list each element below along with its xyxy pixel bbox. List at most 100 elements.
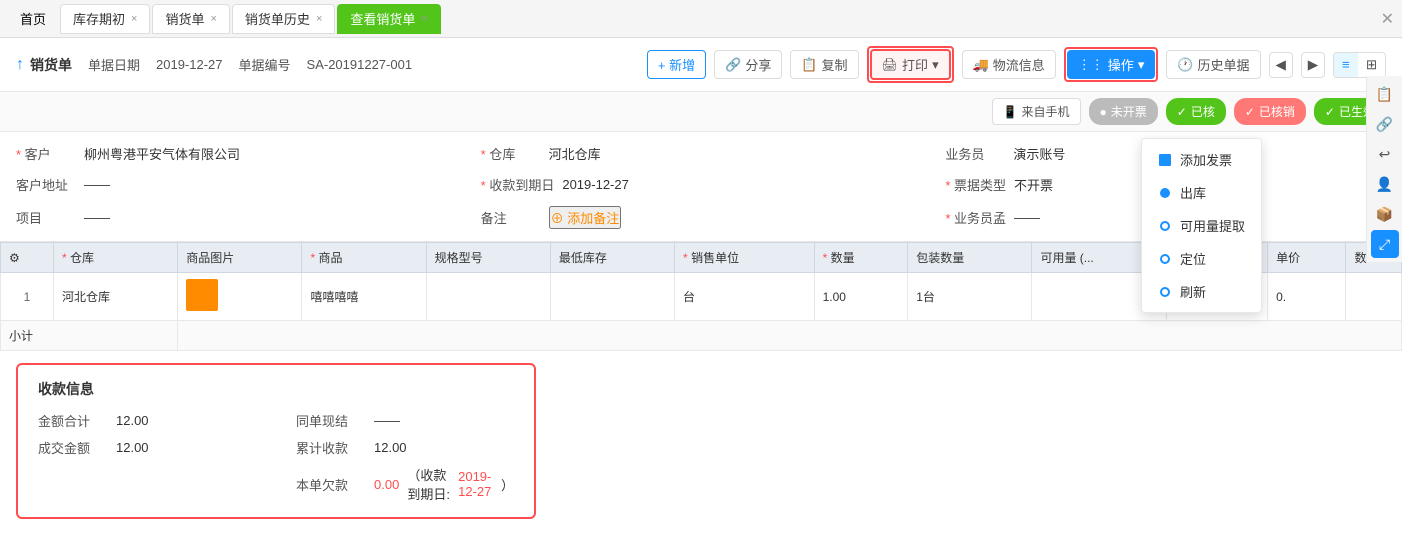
- doc-title: ↑ 销货单: [16, 55, 72, 75]
- date-label: 单据日期: [88, 55, 140, 74]
- transaction-settlement-value: ——: [374, 413, 400, 428]
- right-icon-3[interactable]: ↩: [1371, 140, 1399, 168]
- due-date-text: （收款到期日:: [407, 465, 450, 503]
- available-pickup-icon: [1158, 219, 1172, 233]
- operate-button[interactable]: ⋮⋮ 操作 ▾: [1067, 50, 1156, 79]
- operate-highlight: ⋮⋮ 操作 ▾: [1064, 47, 1159, 82]
- row-num: 1: [1, 273, 54, 321]
- col-settings[interactable]: ⚙: [1, 243, 54, 273]
- share-button[interactable]: 🔗 分享: [714, 50, 782, 79]
- dropdown-add-invoice[interactable]: 添加发票: [1142, 143, 1261, 176]
- no-value: SA-20191227-001: [307, 57, 413, 72]
- warehouse-value: 河北仓库: [549, 144, 601, 163]
- date-value: 2019-12-27: [156, 57, 223, 72]
- current-due-value: 0.00: [374, 477, 399, 492]
- tab-inventory-close[interactable]: ×: [131, 13, 137, 25]
- print-dropdown-arrow: ▾: [932, 57, 939, 73]
- tab-sales-close[interactable]: ×: [210, 13, 216, 25]
- col-product: 商品: [302, 243, 426, 273]
- copy-icon: 📋: [801, 57, 817, 73]
- address-value: ——: [84, 177, 110, 192]
- phone-status-button[interactable]: 📱 来自手机: [992, 98, 1081, 125]
- project-value: ——: [84, 210, 110, 225]
- address-row: 客户地址 ——: [16, 175, 457, 194]
- locate-icon: [1158, 252, 1172, 266]
- share-icon: 🔗: [725, 57, 741, 73]
- operate-dropdown-arrow: ▾: [1138, 57, 1145, 73]
- right-icon-5[interactable]: 📦: [1371, 200, 1399, 228]
- cumulative-payment-value: 12.00: [374, 440, 407, 455]
- transaction-settlement-label: 同单现结: [296, 411, 366, 430]
- print-button[interactable]: 🖨 打印 ▾: [870, 49, 951, 80]
- row-qty: 1.00: [814, 273, 908, 321]
- list-view-button[interactable]: ≡: [1334, 53, 1358, 77]
- no-label: 单据编号: [239, 55, 291, 74]
- tab-inventory[interactable]: 库存期初 ×: [60, 4, 150, 34]
- cancel-icon: ✓: [1245, 105, 1255, 119]
- row-product: 嘻嘻嘻嘻: [302, 273, 426, 321]
- project-label: 项目: [16, 208, 76, 227]
- close-button[interactable]: ✕: [1381, 9, 1394, 29]
- customer-value: 柳州粤港平安气体有限公司: [84, 144, 240, 163]
- row-unit: 台: [675, 273, 815, 321]
- current-due-row: 本单欠款 0.00 （收款到期日: 2019-12-27 ）: [296, 465, 514, 503]
- invoice-value: 不开票: [1014, 175, 1053, 194]
- subtotal-label: 小计: [1, 321, 178, 351]
- address-label: 客户地址: [16, 175, 76, 194]
- not-open-status-button[interactable]: ● 未开票: [1089, 98, 1158, 125]
- check-status-button[interactable]: ✓ 已核: [1166, 98, 1226, 125]
- amount-total-label: 金额合计: [38, 411, 108, 430]
- cumulative-payment-label: 累计收款: [296, 438, 366, 457]
- transaction-settlement-row: 同单现结 ——: [296, 411, 514, 430]
- new-button[interactable]: + 新增: [647, 50, 706, 79]
- project-row: 项目 ——: [16, 206, 457, 229]
- col-qty: 数量: [814, 243, 908, 273]
- tab-sales-history[interactable]: 销货单历史 ×: [232, 4, 335, 34]
- row-warehouse: 河北仓库: [54, 273, 178, 321]
- dropdown-locate[interactable]: 定位: [1142, 242, 1261, 275]
- logistics-button[interactable]: 🚚 物流信息: [962, 50, 1056, 79]
- history-button[interactable]: 🕐 历史单据: [1166, 50, 1260, 79]
- tab-bar: 首页 库存期初 × 销货单 × 销货单历史 × 查看销货单 × ✕: [0, 0, 1402, 38]
- col-price: 单价: [1268, 243, 1346, 273]
- right-icon-2[interactable]: 🔗: [1371, 110, 1399, 138]
- out-warehouse-icon: [1158, 186, 1172, 200]
- col-pack-qty: 包装数量: [908, 243, 1032, 273]
- right-icon-6[interactable]: ⤢: [1371, 230, 1399, 258]
- doc-meta: 单据日期 2019-12-27 单据编号 SA-20191227-001: [88, 55, 412, 74]
- add-note-icon: ⊕: [551, 211, 564, 226]
- doc-actions: + 新增 🔗 分享 📋 复制 🖨 打印 ▾ 🚚: [647, 46, 1386, 83]
- payment-date-row: 收款到期日 2019-12-27: [481, 175, 922, 194]
- dropdown-available-pickup[interactable]: 可用量提取: [1142, 209, 1261, 242]
- tab-sales-history-close[interactable]: ×: [316, 13, 322, 25]
- refresh-icon: [1158, 285, 1172, 299]
- history-icon: 🕐: [1177, 57, 1193, 73]
- transaction-amount-label: 成交金额: [38, 438, 108, 457]
- cumulative-payment-row: 累计收款 12.00: [296, 438, 514, 457]
- tab-sales[interactable]: 销货单 ×: [152, 4, 229, 34]
- right-icon-4[interactable]: 👤: [1371, 170, 1399, 198]
- operate-dropdown: 添加发票 出库 可用量提取 定位 刷新: [1141, 138, 1262, 313]
- tab-home[interactable]: 首页: [8, 9, 58, 28]
- add-invoice-icon: [1158, 153, 1172, 167]
- copy-button[interactable]: 📋 复制: [790, 50, 858, 79]
- tab-view-sales-close[interactable]: ×: [421, 13, 427, 25]
- cancel-status-button[interactable]: ✓ 已核销: [1234, 98, 1306, 125]
- add-note-button[interactable]: ⊕ 添加备注: [549, 206, 622, 229]
- next-button[interactable]: ▶: [1301, 52, 1325, 78]
- prev-button[interactable]: ◀: [1269, 52, 1293, 78]
- salesperson-value: ——: [1014, 210, 1040, 225]
- dropdown-refresh[interactable]: 刷新: [1142, 275, 1261, 308]
- due-date-close: ）: [501, 475, 514, 494]
- grid-view-button[interactable]: ⊞: [1358, 53, 1385, 77]
- staff-label: 业务员: [945, 144, 1005, 163]
- right-icon-1[interactable]: 📋: [1371, 80, 1399, 108]
- tab-view-sales[interactable]: 查看销货单 ×: [337, 4, 440, 34]
- doc-header: ↑ 销货单 单据日期 2019-12-27 单据编号 SA-20191227-0…: [0, 38, 1402, 92]
- invoice-label: 票据类型: [945, 175, 1006, 194]
- right-sidebar: 📋 🔗 ↩ 👤 📦 ⤢: [1366, 76, 1402, 262]
- payment-info-section: 收款信息 金额合计 12.00 成交金额 12.00 同单现结 ——: [16, 363, 536, 519]
- dropdown-out-warehouse[interactable]: 出库: [1142, 176, 1261, 209]
- current-due-label: 本单欠款: [296, 475, 366, 494]
- due-date-value: 2019-12-27: [458, 469, 493, 499]
